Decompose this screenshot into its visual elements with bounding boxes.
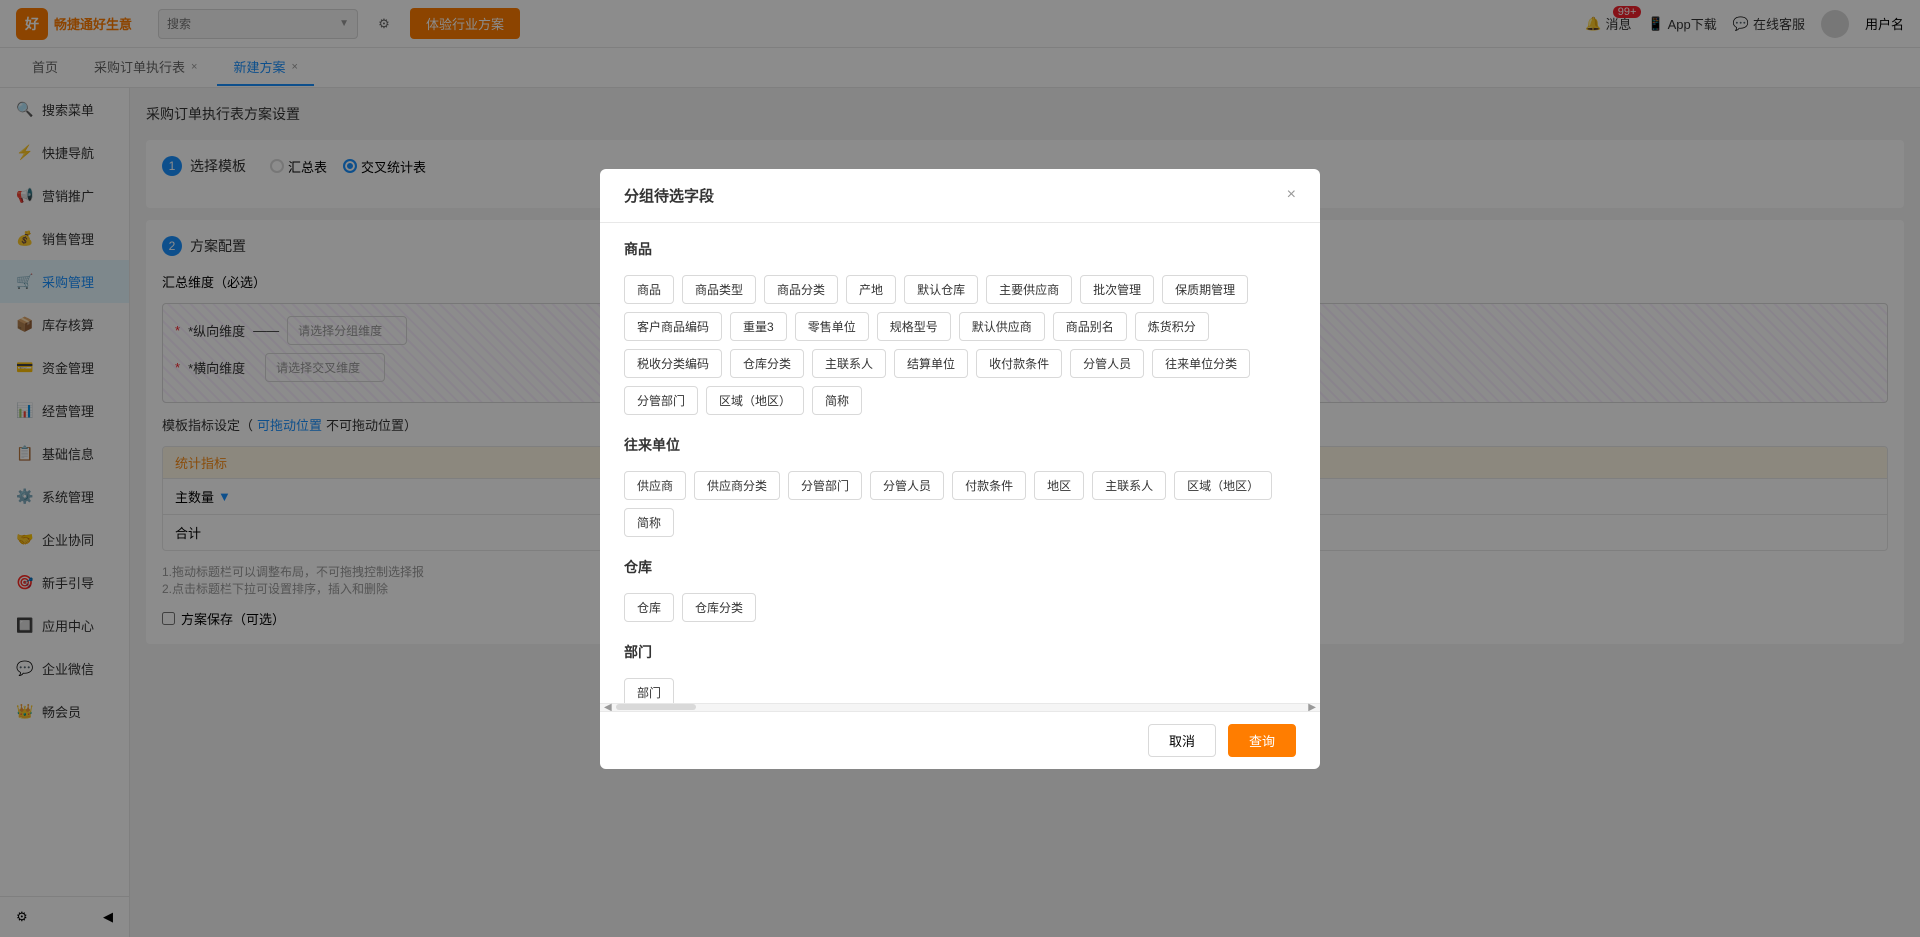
field-tag[interactable]: 分管人员	[1070, 349, 1144, 378]
field-tag[interactable]: 分管部门	[624, 386, 698, 415]
field-tag[interactable]: 商品类型	[682, 275, 756, 304]
field-tag[interactable]: 零售单位	[795, 312, 869, 341]
cancel-button[interactable]: 取消	[1148, 724, 1216, 757]
field-select-dialog: 分组待选字段 × 商品 商品 商品类型 商品分类 产地 默认仓库 主要供应商 批…	[600, 169, 1320, 769]
field-group-partner: 往来单位 供应商 供应商分类 分管部门 分管人员 付款条件 地区 主联系人 区域…	[624, 435, 1296, 537]
field-tag[interactable]: 收付款条件	[976, 349, 1062, 378]
field-tag[interactable]: 供应商	[624, 471, 686, 500]
field-tag[interactable]: 分管人员	[870, 471, 944, 500]
field-tag[interactable]: 仓库	[624, 593, 674, 622]
dialog-horizontal-scrollbar[interactable]: ◀ ▶	[600, 703, 1320, 711]
field-tags-warehouse: 仓库 仓库分类	[624, 593, 1296, 622]
field-tag[interactable]: 简称	[812, 386, 862, 415]
field-tag[interactable]: 商品分类	[764, 275, 838, 304]
field-tag[interactable]: 商品	[624, 275, 674, 304]
field-tag[interactable]: 仓库分类	[730, 349, 804, 378]
dialog-header: 分组待选字段 ×	[600, 169, 1320, 223]
field-tag[interactable]: 分管部门	[788, 471, 862, 500]
field-tag[interactable]: 付款条件	[952, 471, 1026, 500]
dialog-close-icon[interactable]: ×	[1287, 186, 1296, 204]
field-tag[interactable]: 简称	[624, 508, 674, 537]
confirm-button[interactable]: 查询	[1228, 724, 1296, 757]
field-tag[interactable]: 主联系人	[1092, 471, 1166, 500]
field-tag[interactable]: 默认仓库	[904, 275, 978, 304]
dialog-footer: 取消 查询	[600, 711, 1320, 769]
field-tag[interactable]: 炼货积分	[1135, 312, 1209, 341]
field-tag[interactable]: 税收分类编码	[624, 349, 722, 378]
field-tags-dept: 部门	[624, 678, 1296, 703]
field-tag[interactable]: 主要供应商	[986, 275, 1072, 304]
field-tag[interactable]: 客户商品编码	[624, 312, 722, 341]
field-group-warehouse-title: 仓库	[624, 557, 1296, 581]
field-tag[interactable]: 重量3	[730, 312, 787, 341]
dialog-title: 分组待选字段	[624, 185, 714, 206]
field-tags-partner: 供应商 供应商分类 分管部门 分管人员 付款条件 地区 主联系人 区域（地区） …	[624, 471, 1296, 537]
field-group-partner-title: 往来单位	[624, 435, 1296, 459]
field-tag[interactable]: 默认供应商	[959, 312, 1045, 341]
field-tag[interactable]: 产地	[846, 275, 896, 304]
field-tag[interactable]: 规格型号	[877, 312, 951, 341]
field-tag[interactable]: 供应商分类	[694, 471, 780, 500]
field-group-product: 商品 商品 商品类型 商品分类 产地 默认仓库 主要供应商 批次管理 保质期管理…	[624, 239, 1296, 415]
scrollbar-thumb[interactable]	[616, 704, 696, 710]
field-tag[interactable]: 仓库分类	[682, 593, 756, 622]
field-tag[interactable]: 保质期管理	[1162, 275, 1248, 304]
field-group-dept: 部门 部门	[624, 642, 1296, 703]
field-tag[interactable]: 商品别名	[1053, 312, 1127, 341]
field-tag[interactable]: 地区	[1034, 471, 1084, 500]
field-group-product-title: 商品	[624, 239, 1296, 263]
field-tag[interactable]: 批次管理	[1080, 275, 1154, 304]
field-tag[interactable]: 区域（地区）	[1174, 471, 1272, 500]
field-tag[interactable]: 部门	[624, 678, 674, 703]
field-tags-product: 商品 商品类型 商品分类 产地 默认仓库 主要供应商 批次管理 保质期管理 客户…	[624, 275, 1296, 415]
field-group-dept-title: 部门	[624, 642, 1296, 666]
dialog-body[interactable]: 商品 商品 商品类型 商品分类 产地 默认仓库 主要供应商 批次管理 保质期管理…	[600, 223, 1320, 703]
field-group-warehouse: 仓库 仓库 仓库分类	[624, 557, 1296, 622]
field-tag[interactable]: 结算单位	[894, 349, 968, 378]
field-tag[interactable]: 往来单位分类	[1152, 349, 1250, 378]
field-tag[interactable]: 主联系人	[812, 349, 886, 378]
field-tag[interactable]: 区域（地区）	[706, 386, 804, 415]
dialog-overlay: 分组待选字段 × 商品 商品 商品类型 商品分类 产地 默认仓库 主要供应商 批…	[0, 0, 1920, 937]
